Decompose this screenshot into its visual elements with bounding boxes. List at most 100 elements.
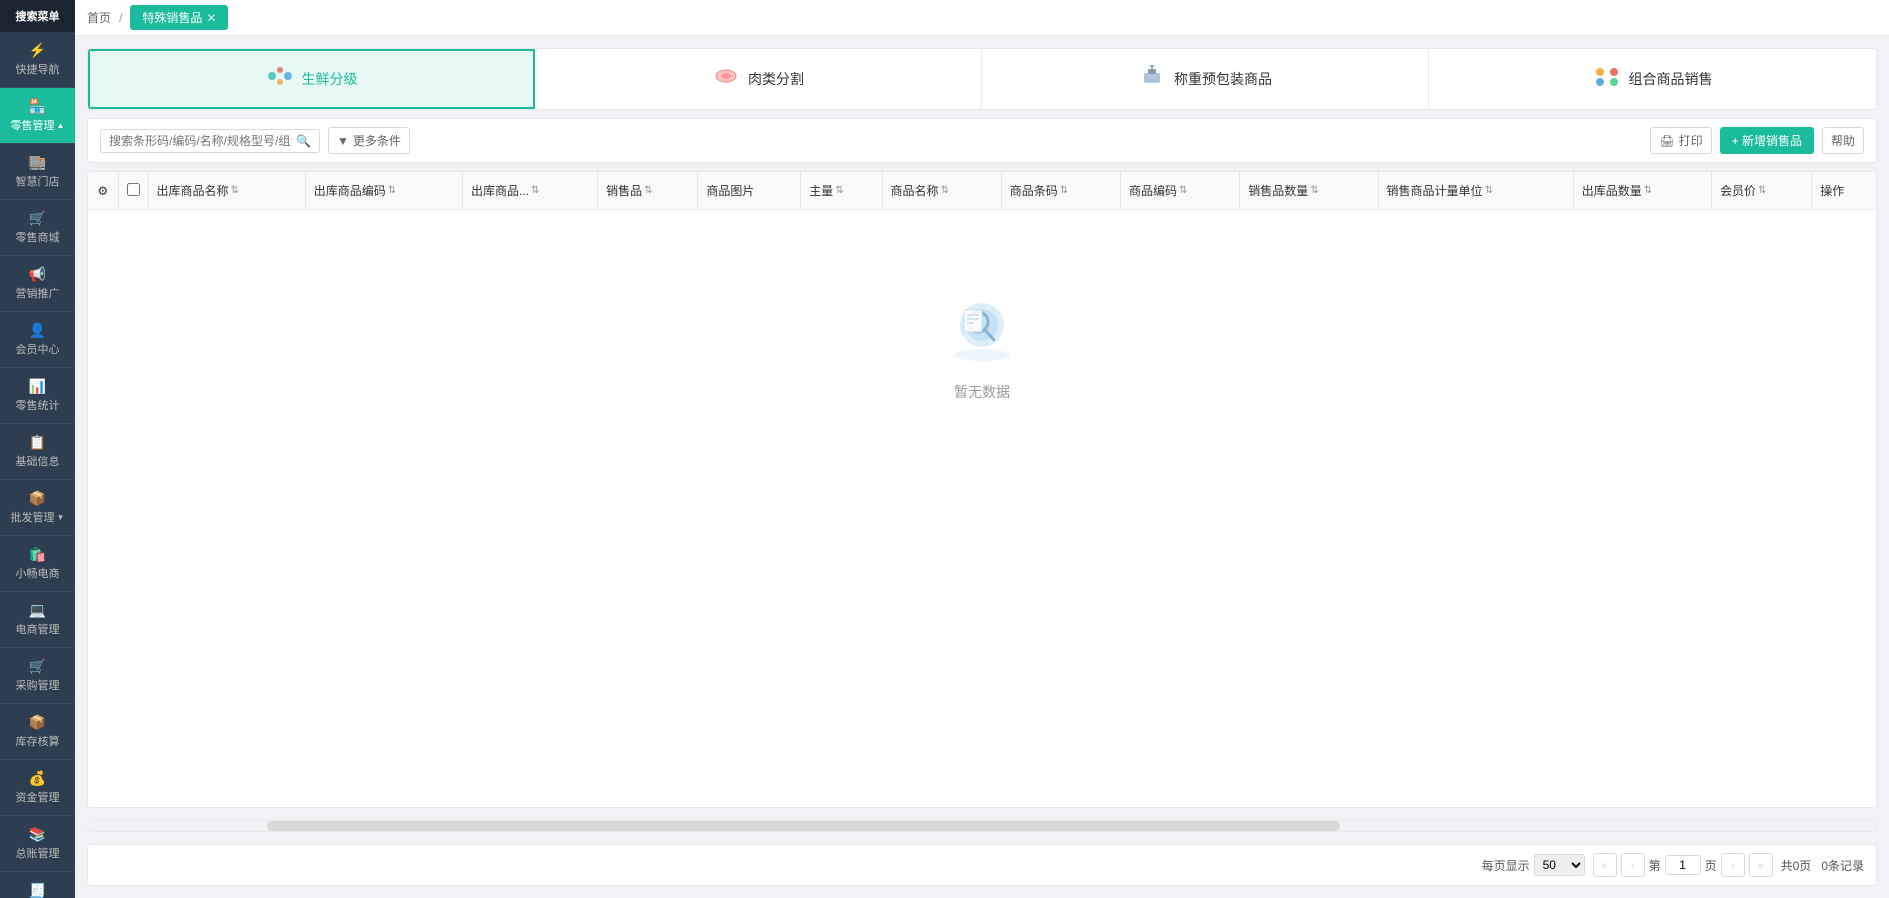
products-table: ⚙ 出库商品名称 ⇅ 出库商品编码 xyxy=(88,172,1876,482)
th-sale-unit: 销售商品计量单位 ⇅ xyxy=(1378,172,1573,210)
combo-sales-icon xyxy=(1593,65,1621,93)
page-label: 第 xyxy=(1649,857,1661,874)
sidebar-item-label: 资金管理 xyxy=(16,789,60,805)
add-sale-product-button[interactable]: + 新增销售品 xyxy=(1720,127,1814,154)
sidebar-item-finance[interactable]: 💰 资金管理 xyxy=(0,760,75,816)
pagination-nav: « ‹ 第 页 › » xyxy=(1593,853,1773,877)
filter-icon: ▼ xyxy=(337,134,349,148)
sort-icon: ⇅ xyxy=(531,185,539,196)
sidebar-item-mini-ecom[interactable]: 🛍️ 小畅电商 xyxy=(0,536,75,592)
print-label: 打印 xyxy=(1679,132,1703,149)
sidebar-item-retail-stats[interactable]: 📊 零售统计 xyxy=(0,368,75,424)
sidebar-item-quick-nav[interactable]: ⚡ 快捷导航 xyxy=(0,32,75,88)
select-all-checkbox[interactable] xyxy=(127,183,140,196)
weight-prepack-icon xyxy=(1138,65,1166,93)
sidebar-item-ecom-mgmt[interactable]: 💻 电商管理 xyxy=(0,592,75,648)
retail-mall-icon: 🛒 xyxy=(29,210,46,227)
sidebar-item-label: 零售商城 xyxy=(16,229,60,245)
th-checkbox[interactable] xyxy=(118,172,148,210)
sidebar-item-label: 智慧门店 xyxy=(16,173,60,189)
main-content: 首页 / 特殊销售品 ✕ 生鲜分级 xyxy=(75,0,1889,898)
empty-state: 暂无数据 xyxy=(88,210,1876,482)
page-first-button[interactable]: « xyxy=(1593,853,1617,877)
sort-icon: ⇅ xyxy=(835,185,843,196)
sidebar-item-retail-mall[interactable]: 🛒 零售商城 xyxy=(0,200,75,256)
pagination-size: 每页显示 10 20 50 100 xyxy=(1482,854,1585,876)
sidebar-item-marketing[interactable]: 📢 营销推广 xyxy=(0,256,75,312)
general-ledger-icon: 📚 xyxy=(29,826,46,843)
sort-icon: ⇅ xyxy=(1060,185,1068,196)
page-size-select[interactable]: 10 20 50 100 xyxy=(1534,854,1585,876)
toolbar: 🔍 ▼ 更多条件 🖨 打印 + 新增销售品 帮助 xyxy=(87,118,1877,163)
purchase-mgmt-icon: 🛒 xyxy=(29,658,46,675)
sidebar-item-label: 营销推广 xyxy=(16,285,60,301)
scrollbar-thumb[interactable] xyxy=(267,821,1340,831)
page-last-button[interactable]: » xyxy=(1749,853,1773,877)
sort-icon: ⇅ xyxy=(1310,185,1318,196)
sidebar-item-label: 会员中心 xyxy=(16,341,60,357)
empty-state-row: 暂无数据 xyxy=(88,210,1876,483)
sidebar-item-label: 快捷导航 xyxy=(16,61,60,77)
empty-state-text: 暂无数据 xyxy=(954,382,1010,402)
scrollbar-track xyxy=(87,820,1877,832)
print-button[interactable]: 🖨 打印 xyxy=(1650,127,1711,154)
sidebar-item-label: 基础信息 xyxy=(16,453,60,469)
sidebar-item-general-ledger[interactable]: 📚 总账管理 xyxy=(0,816,75,872)
help-button[interactable]: 帮助 xyxy=(1822,127,1864,154)
tab-combo-sales-label: 组合商品销售 xyxy=(1629,69,1713,89)
th-warehouse-name: 出库商品名称 ⇅ xyxy=(148,172,305,210)
sort-icon: ⇅ xyxy=(1758,185,1766,196)
invoice-mgmt-icon: 🧾 xyxy=(29,882,46,898)
sidebar-item-inventory[interactable]: 📦 库存核算 xyxy=(0,704,75,760)
page-next-button[interactable]: › xyxy=(1721,853,1745,877)
tab-combo-sales[interactable]: 组合商品销售 xyxy=(1429,49,1876,109)
add-sale-product-label: + 新增销售品 xyxy=(1732,132,1802,149)
sidebar-item-label: 零售统计 xyxy=(16,397,60,413)
tab-meat-cutting-label: 肉类分割 xyxy=(748,69,804,89)
sidebar-item-member-center[interactable]: 👤 会员中心 xyxy=(0,312,75,368)
th-settings[interactable]: ⚙ xyxy=(88,172,118,210)
sidebar-item-retail-mgmt[interactable]: 🏪 零售管理 ▲ xyxy=(0,88,75,144)
empty-state-cell: 暂无数据 xyxy=(88,210,1876,483)
scrollbar-wrapper[interactable] xyxy=(87,820,1877,832)
page-content: 生鲜分级 肉类分割 xyxy=(75,36,1889,898)
sort-icon: ⇅ xyxy=(1179,185,1187,196)
tab-weight-prepack[interactable]: 称重预包装商品 xyxy=(982,49,1429,109)
filter-button[interactable]: ▼ 更多条件 xyxy=(328,127,410,154)
tab-fresh-grading[interactable]: 生鲜分级 xyxy=(88,49,535,109)
sidebar-item-purchase-mgmt[interactable]: 🛒 采购管理 xyxy=(0,648,75,704)
pagination: 每页显示 10 20 50 100 « ‹ 第 页 › » 共0页 xyxy=(87,844,1877,886)
print-icon: 🖨 xyxy=(1659,134,1674,148)
page-prev-button[interactable]: ‹ xyxy=(1621,853,1645,877)
th-sale-qty: 销售品数量 ⇅ xyxy=(1240,172,1378,210)
tab-close-icon[interactable]: ✕ xyxy=(206,11,216,25)
sidebar-item-basic-info[interactable]: 📋 基础信息 xyxy=(0,424,75,480)
inventory-icon: 📦 xyxy=(29,714,46,731)
sidebar-logo[interactable]: 搜索菜单 xyxy=(0,0,75,32)
empty-state-illustration xyxy=(942,290,1022,370)
active-tab-label: 特殊销售品 xyxy=(142,9,202,26)
table-header-row: ⚙ 出库商品名称 ⇅ 出库商品编码 xyxy=(88,172,1876,210)
breadcrumb-home[interactable]: 首页 xyxy=(87,9,111,26)
search-box[interactable]: 🔍 xyxy=(100,129,320,153)
tab-meat-cutting[interactable]: 肉类分割 xyxy=(535,49,982,109)
ecom-mgmt-icon: 💻 xyxy=(29,602,46,619)
sidebar-item-smart-store[interactable]: 🏬 智慧门店 xyxy=(0,144,75,200)
sidebar-item-label: 电商管理 xyxy=(16,621,60,637)
sort-icon: ⇅ xyxy=(1485,185,1493,196)
sidebar-item-wholesale-mgmt[interactable]: 📦 批发管理 ▼ xyxy=(0,480,75,536)
search-input[interactable] xyxy=(109,134,292,148)
active-tab[interactable]: 特殊销售品 ✕ xyxy=(130,5,228,30)
th-barcode: 商品条码 ⇅ xyxy=(1001,172,1120,210)
mini-ecom-icon: 🛍️ xyxy=(29,546,46,563)
sidebar-item-invoice-mgmt[interactable]: 🧾 发票管理 xyxy=(0,872,75,898)
sidebar: 搜索菜单 ⚡ 快捷导航 🏪 零售管理 ▲ 🏬 智慧门店 🛒 零售商城 📢 营销推… xyxy=(0,0,75,898)
sidebar-item-label: 采购管理 xyxy=(16,677,60,693)
total-pages: 共0页 0条记录 xyxy=(1781,857,1864,874)
sort-icon: ⇅ xyxy=(644,185,652,196)
sidebar-item-label: 批发管理 ▼ xyxy=(11,509,65,525)
wholesale-mgmt-icon: 📦 xyxy=(29,490,46,507)
quick-nav-icon: ⚡ xyxy=(29,42,46,59)
page-number-input[interactable] xyxy=(1665,855,1701,875)
th-product-code: 商品编码 ⇅ xyxy=(1121,172,1240,210)
